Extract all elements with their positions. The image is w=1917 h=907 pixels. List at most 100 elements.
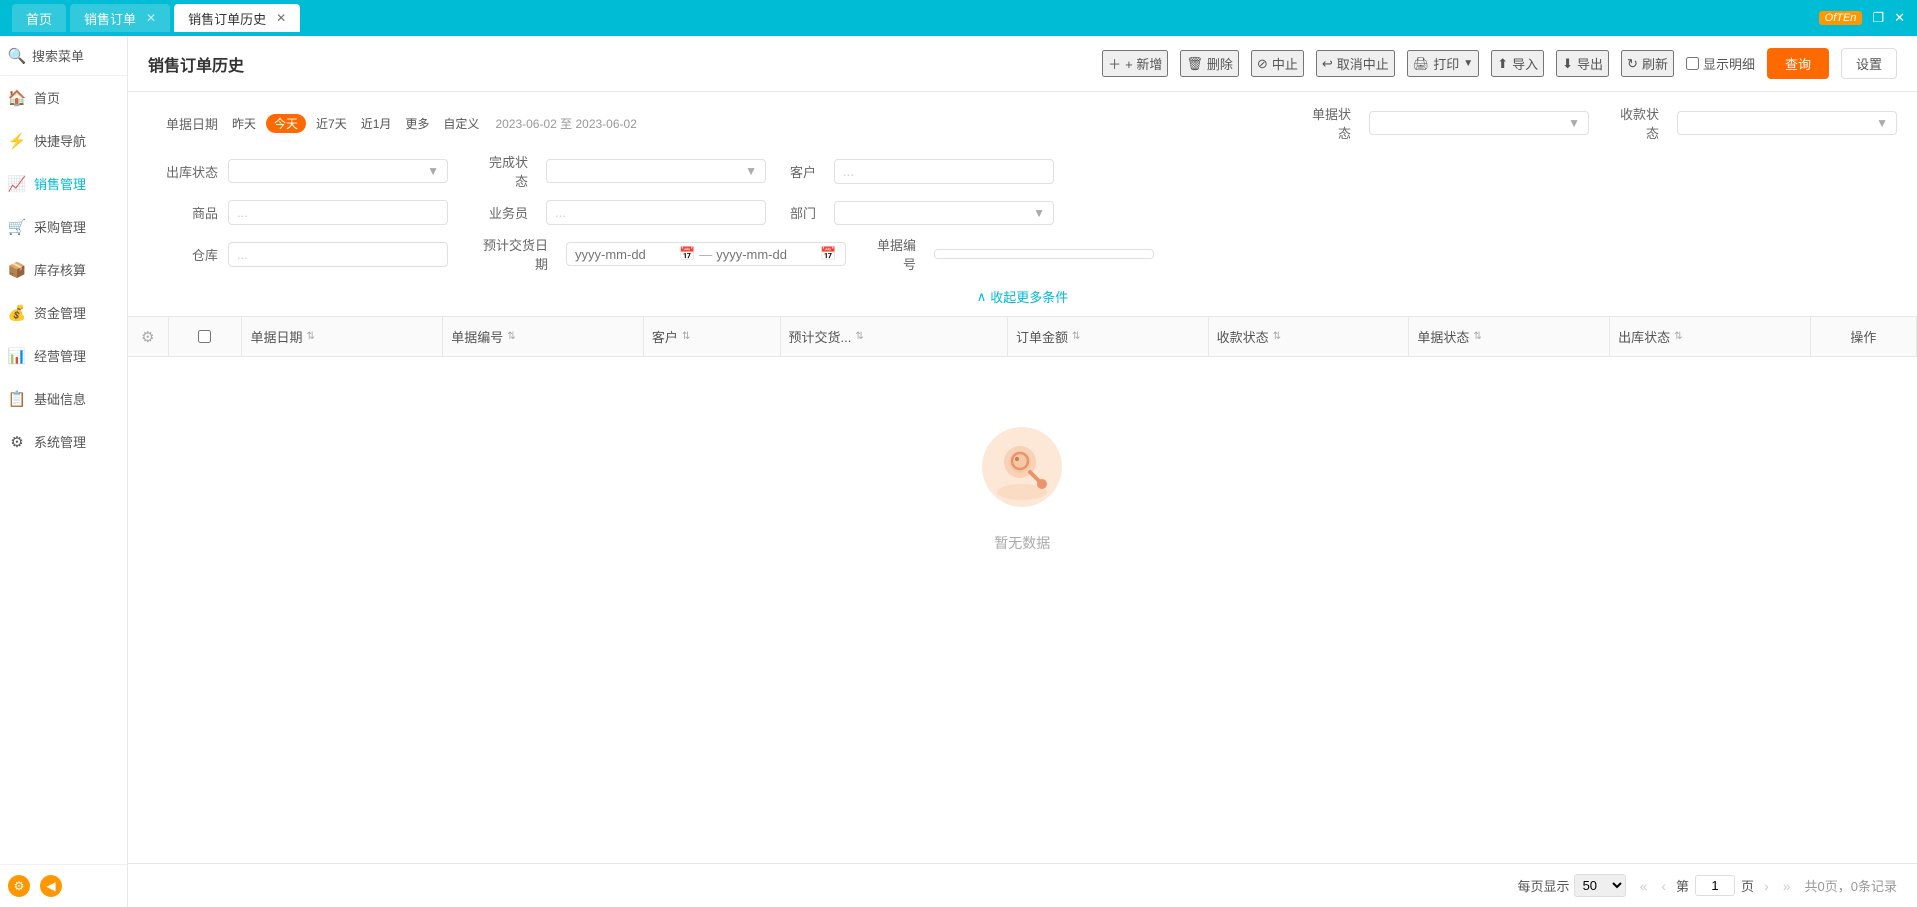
display-detail-checkbox[interactable] (1686, 57, 1699, 70)
collapse-bar[interactable]: ∧ 收起更多条件 (148, 283, 1897, 308)
th-amount[interactable]: 订单金额 ⇅ (1007, 317, 1208, 357)
tab-home[interactable]: 首页 (12, 4, 66, 32)
sidebar-item-system[interactable]: ⚙ 系统管理 (0, 420, 127, 463)
query-button[interactable]: 查询 (1767, 48, 1829, 79)
sidebar-item-finance[interactable]: 💰 资金管理 (0, 291, 127, 334)
th-payment[interactable]: 收款状态 ⇅ (1208, 317, 1409, 357)
query-label: 查询 (1785, 57, 1811, 72)
salesperson-input[interactable]: ... (546, 200, 766, 225)
order-no-input[interactable] (934, 249, 1154, 259)
page-header: 销售订单历史 ＋ + 新增 🗑 删除 ⊘ 中止 ↩ 取消中止 (128, 36, 1917, 92)
payment-select[interactable]: ▼ (1677, 111, 1897, 135)
date-btn-yesterday[interactable]: 昨天 (228, 114, 260, 133)
date-btn-more[interactable]: 更多 (401, 114, 433, 133)
sidebar-bottom: ⚙ ◀ (0, 864, 127, 907)
th-customer[interactable]: 客户 ⇅ (643, 317, 780, 357)
page-title: 销售订单历史 (148, 52, 244, 76)
customer-input[interactable]: ... (834, 159, 1054, 184)
delivery-date-filter-group: 预计交货日期 📅 — 📅 (478, 235, 846, 273)
product-label: 商品 (148, 203, 228, 222)
calendar-end-icon[interactable]: 📅 (820, 246, 836, 262)
product-input[interactable]: ... (228, 200, 448, 225)
tab-sales-order-history[interactable]: 销售订单历史 ✕ (174, 4, 300, 32)
close-icon[interactable]: ✕ (1894, 10, 1905, 26)
import-button[interactable]: ⬆ 导入 (1491, 50, 1544, 77)
date-sort-icon: ⇅ (306, 331, 314, 342)
filter-row-4: 仓库 ... 预计交货日期 📅 — 📅 单据编号 (148, 235, 1897, 273)
operations-icon: 📊 (8, 347, 26, 365)
th-status[interactable]: 单据状态 ⇅ (1409, 317, 1610, 357)
date-btn-7days[interactable]: 近7天 (312, 114, 351, 133)
next-page-button[interactable]: › (1760, 876, 1773, 896)
sidebar-item-basic-info[interactable]: 📋 基础信息 (0, 377, 127, 420)
completion-select[interactable]: ▼ (546, 159, 766, 183)
status-select[interactable]: ▼ (1369, 111, 1589, 135)
th-no[interactable]: 单据编号 ⇅ (443, 317, 644, 357)
stop-button[interactable]: ⊘ 中止 (1251, 50, 1304, 77)
th-delivery[interactable]: 预计交货... ⇅ (780, 317, 1007, 357)
th-action-label: 操作 (1850, 330, 1876, 345)
dept-select[interactable]: ▼ (834, 201, 1054, 225)
empty-state-row: 暂无数据 (128, 357, 1917, 614)
sidebar-settings-icon[interactable]: ⚙ (8, 875, 30, 897)
settings-button[interactable]: 设置 (1841, 48, 1897, 79)
sidebar-item-home[interactable]: 🏠 首页 (0, 76, 127, 119)
prev-page-button[interactable]: ‹ (1657, 876, 1670, 896)
delivery-date-label: 预计交货日期 (478, 235, 558, 273)
empty-text: 暂无数据 (994, 533, 1050, 553)
select-all-checkbox[interactable] (198, 330, 211, 343)
tabs-area: 首页 销售订单 ✕ 销售订单历史 ✕ (12, 0, 300, 36)
tab-sales-order-close[interactable]: ✕ (146, 11, 156, 25)
tab-sales-order-history-close[interactable]: ✕ (276, 11, 286, 25)
sidebar-search[interactable]: 🔍 搜索菜单 (0, 36, 127, 76)
delivery-select[interactable]: ▼ (228, 159, 448, 183)
th-outbound[interactable]: 出库状态 ⇅ (1610, 317, 1811, 357)
order-no-label: 单据编号 (866, 235, 926, 273)
pagination-bar: 每页显示 50 10 20 100 « ‹ 第 页 › » 共0页，0条记录 (128, 863, 1917, 907)
page-input[interactable] (1695, 875, 1735, 896)
display-detail-toggle[interactable]: 显示明细 (1686, 54, 1755, 73)
delivery-date-end-field[interactable] (716, 247, 816, 262)
amount-sort-icon: ⇅ (1072, 331, 1080, 342)
table-settings-icon[interactable]: ⚙ (141, 329, 154, 346)
new-button[interactable]: ＋ + 新增 (1102, 50, 1168, 77)
per-page-select[interactable]: 50 10 20 100 (1574, 874, 1626, 897)
system-icon: ⚙ (8, 433, 26, 451)
delete-button[interactable]: 🗑 删除 (1180, 50, 1239, 77)
empty-figure-icon (972, 417, 1072, 517)
salesperson-label: 业务员 (478, 203, 538, 222)
print-button[interactable]: 🖨 打印 ▼ (1407, 50, 1479, 77)
tab-sales-order[interactable]: 销售订单 ✕ (70, 4, 170, 32)
sidebar-collapse-icon[interactable]: ◀ (40, 875, 62, 897)
sidebar-item-sales[interactable]: 📈 销售管理 (0, 162, 127, 205)
th-customer-label: 客户 (652, 327, 678, 346)
date-btn-custom[interactable]: 自定义 (439, 114, 483, 133)
export-button[interactable]: ⬇ 导出 (1556, 50, 1609, 77)
cancel-stop-button[interactable]: ↩ 取消中止 (1316, 50, 1395, 77)
warehouse-ellipsis: ... (237, 247, 248, 262)
th-date[interactable]: 单据日期 ⇅ (242, 317, 443, 357)
warehouse-input[interactable]: ... (228, 242, 448, 267)
dept-select-chevron: ▼ (1033, 206, 1045, 220)
restore-icon[interactable]: ❐ (1872, 10, 1884, 26)
delivery-label: 出库状态 (148, 162, 228, 181)
page-suffix: 页 (1741, 876, 1754, 895)
product-ellipsis: ... (237, 205, 248, 220)
refresh-button[interactable]: ↻ 刷新 (1621, 50, 1674, 77)
salesperson-ellipsis: ... (555, 205, 566, 220)
refresh-icon: ↻ (1627, 56, 1638, 72)
sidebar-item-inventory[interactable]: 📦 库存核算 (0, 248, 127, 291)
last-page-button[interactable]: » (1779, 876, 1795, 896)
sidebar-item-purchase[interactable]: 🛒 采购管理 (0, 205, 127, 248)
sidebar-item-operations[interactable]: 📊 经营管理 (0, 334, 127, 377)
date-btn-today[interactable]: 今天 (266, 114, 306, 133)
customer-sort-icon: ⇅ (682, 331, 690, 342)
date-btn-1month[interactable]: 近1月 (357, 114, 396, 133)
th-settings: ⚙ (128, 317, 168, 357)
filter-row-2: 出库状态 ▼ 完成状态 ▼ 客户 ... (148, 152, 1897, 190)
delivery-date-start-field[interactable] (575, 247, 675, 262)
sidebar-item-quick-nav[interactable]: ⚡ 快捷导航 (0, 119, 127, 162)
calendar-start-icon[interactable]: 📅 (679, 246, 695, 262)
delivery-date-start-input[interactable]: 📅 — 📅 (566, 242, 846, 266)
first-page-button[interactable]: « (1636, 876, 1652, 896)
